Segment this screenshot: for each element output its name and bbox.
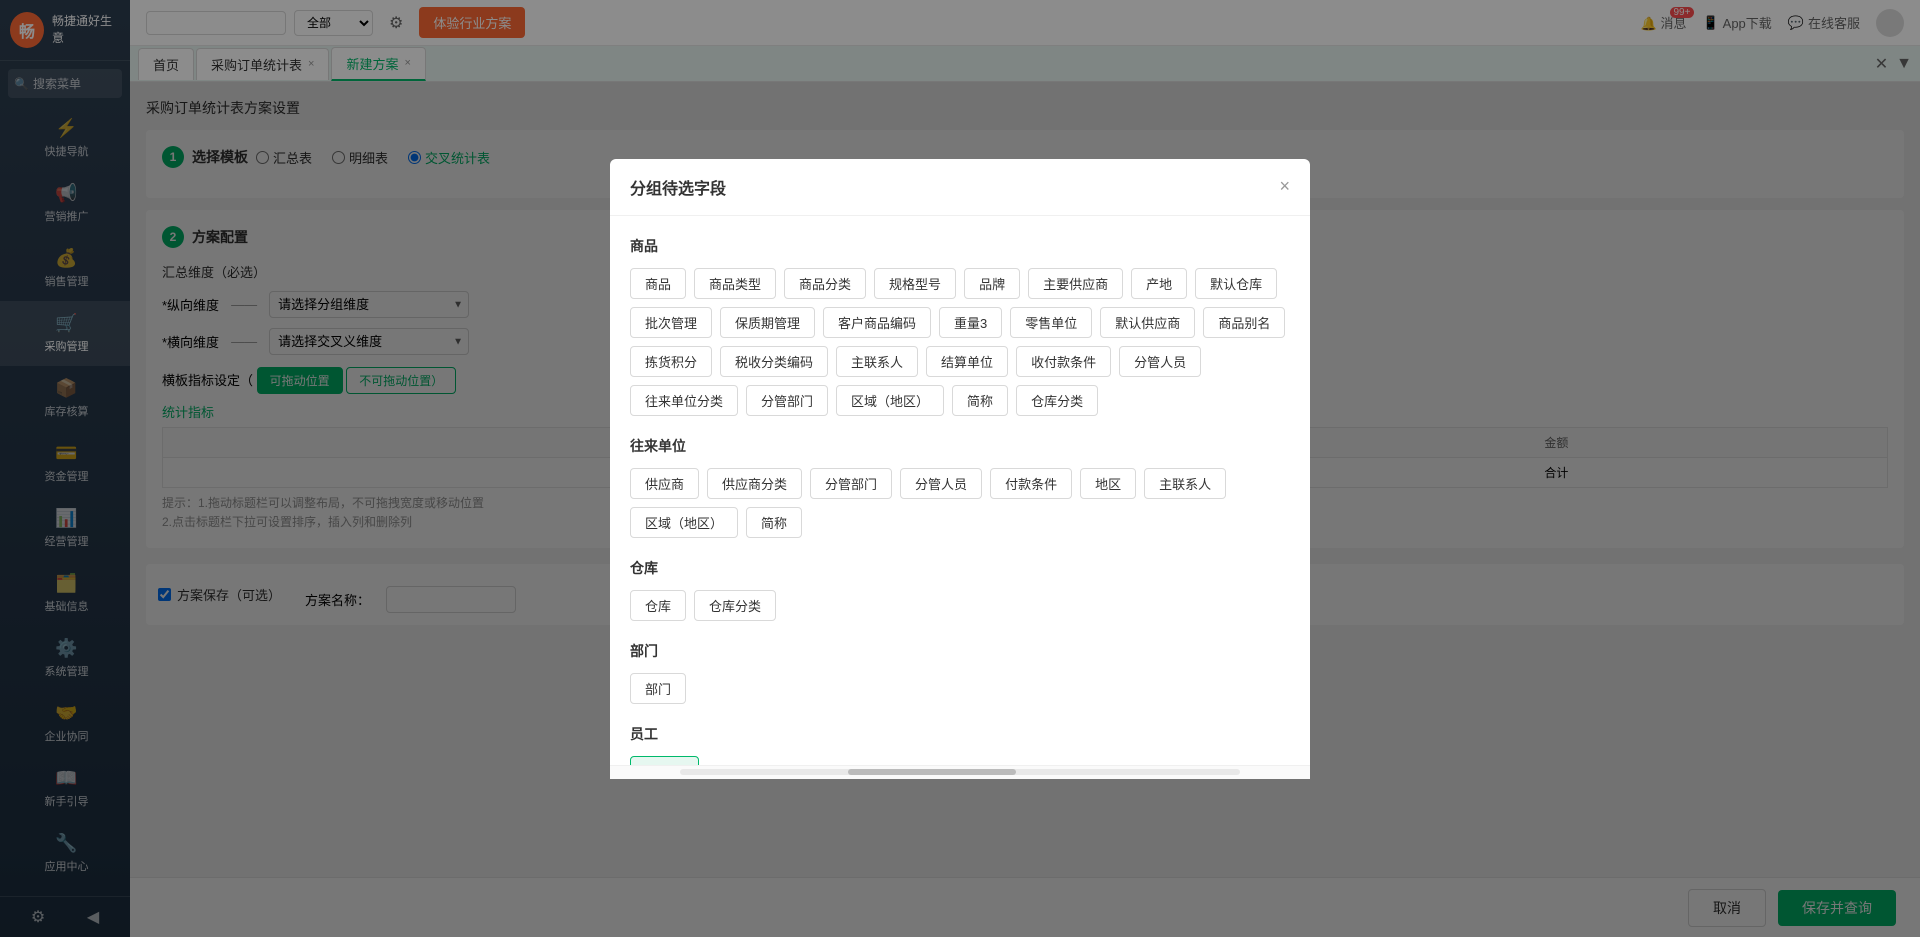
warehouse-section: 仓库 仓库 仓库分类 — [630, 558, 1290, 621]
goods-section: 商品 商品 商品类型 商品分类 规格型号 品牌 主要供应商 产地 默认仓库 批次… — [630, 236, 1290, 416]
field-tag-goods-cat[interactable]: 商品分类 — [784, 268, 866, 299]
modal-close-button[interactable]: × — [1279, 176, 1290, 197]
modal-dialog: 分组待选字段 × 商品 商品 商品类型 商品分类 规格型号 品牌 主要供应商 产… — [610, 159, 1310, 779]
field-tag-short-name[interactable]: 简称 — [952, 385, 1008, 416]
field-tag-customer-code[interactable]: 客户商品编码 — [823, 307, 931, 338]
field-tag-default-warehouse[interactable]: 默认仓库 — [1195, 268, 1277, 299]
field-tag-region[interactable]: 区域（地区） — [836, 385, 944, 416]
field-tag-warehouse-cat[interactable]: 仓库分类 — [1016, 385, 1098, 416]
department-section-title: 部门 — [630, 641, 1290, 661]
field-tag-goods[interactable]: 商品 — [630, 268, 686, 299]
field-tag-batch-mgmt[interactable]: 批次管理 — [630, 307, 712, 338]
field-tag-partner-dept[interactable]: 分管部门 — [810, 468, 892, 499]
field-tag-salesperson[interactable]: 业务员 — [630, 756, 699, 765]
partner-field-tags: 供应商 供应商分类 分管部门 分管人员 付款条件 地区 主联系人 区域（地区） … — [630, 468, 1290, 538]
modal-header: 分组待选字段 × — [610, 159, 1310, 216]
field-tag-area[interactable]: 地区 — [1080, 468, 1136, 499]
employee-section: 员工 业务员 — [630, 724, 1290, 765]
field-tag-alias[interactable]: 商品别名 — [1203, 307, 1285, 338]
field-tag-weight3[interactable]: 重量3 — [939, 307, 1002, 338]
partner-section: 往来单位 供应商 供应商分类 分管部门 分管人员 付款条件 地区 主联系人 区域… — [630, 436, 1290, 538]
field-tag-goods-type[interactable]: 商品类型 — [694, 268, 776, 299]
field-tag-retail-unit[interactable]: 零售单位 — [1010, 307, 1092, 338]
field-tag-main-supplier[interactable]: 主要供应商 — [1028, 268, 1123, 299]
modal-title: 分组待选字段 — [630, 175, 726, 199]
field-tag-supplier-cat[interactable]: 供应商分类 — [707, 468, 802, 499]
warehouse-field-tags: 仓库 仓库分类 — [630, 590, 1290, 621]
goods-field-tags: 商品 商品类型 商品分类 规格型号 品牌 主要供应商 产地 默认仓库 批次管理 … — [630, 268, 1290, 416]
employee-field-tags: 业务员 — [630, 756, 1290, 765]
field-tag-supplier[interactable]: 供应商 — [630, 468, 699, 499]
field-tag-wh-cat[interactable]: 仓库分类 — [694, 590, 776, 621]
warehouse-section-title: 仓库 — [630, 558, 1290, 578]
department-section: 部门 部门 — [630, 641, 1290, 704]
field-tag-pay-terms[interactable]: 付款条件 — [990, 468, 1072, 499]
field-tag-payment-terms[interactable]: 收付款条件 — [1016, 346, 1111, 377]
field-tag-origin[interactable]: 产地 — [1131, 268, 1187, 299]
field-tag-partner-short[interactable]: 简称 — [746, 507, 802, 538]
field-tag-expiry-mgmt[interactable]: 保质期管理 — [720, 307, 815, 338]
horizontal-scroll-track — [680, 769, 1240, 775]
field-tag-tax-code[interactable]: 税收分类编码 — [720, 346, 828, 377]
field-tag-manager[interactable]: 分管人员 — [1119, 346, 1201, 377]
horizontal-scroll-thumb[interactable] — [848, 769, 1016, 775]
field-tag-partner-contact[interactable]: 主联系人 — [1144, 468, 1226, 499]
field-tag-partner-region[interactable]: 区域（地区） — [630, 507, 738, 538]
field-tag-pick-points[interactable]: 拣货积分 — [630, 346, 712, 377]
modal-overlay: 分组待选字段 × 商品 商品 商品类型 商品分类 规格型号 品牌 主要供应商 产… — [0, 0, 1920, 937]
field-tag-settle-unit[interactable]: 结算单位 — [926, 346, 1008, 377]
field-tag-spec-model[interactable]: 规格型号 — [874, 268, 956, 299]
field-tag-brand[interactable]: 品牌 — [964, 268, 1020, 299]
field-tag-partner-mgr[interactable]: 分管人员 — [900, 468, 982, 499]
field-tag-partner-cat[interactable]: 往来单位分类 — [630, 385, 738, 416]
modal-horizontal-scrollbar[interactable] — [610, 765, 1310, 779]
field-tag-department[interactable]: 部门 — [630, 673, 686, 704]
partner-section-title: 往来单位 — [630, 436, 1290, 456]
employee-section-title: 员工 — [630, 724, 1290, 744]
field-tag-warehouse[interactable]: 仓库 — [630, 590, 686, 621]
modal-body: 商品 商品 商品类型 商品分类 规格型号 品牌 主要供应商 产地 默认仓库 批次… — [610, 216, 1310, 765]
field-tag-dept[interactable]: 分管部门 — [746, 385, 828, 416]
field-tag-default-supplier[interactable]: 默认供应商 — [1100, 307, 1195, 338]
field-tag-main-contact[interactable]: 主联系人 — [836, 346, 918, 377]
department-field-tags: 部门 — [630, 673, 1290, 704]
goods-section-title: 商品 — [630, 236, 1290, 256]
